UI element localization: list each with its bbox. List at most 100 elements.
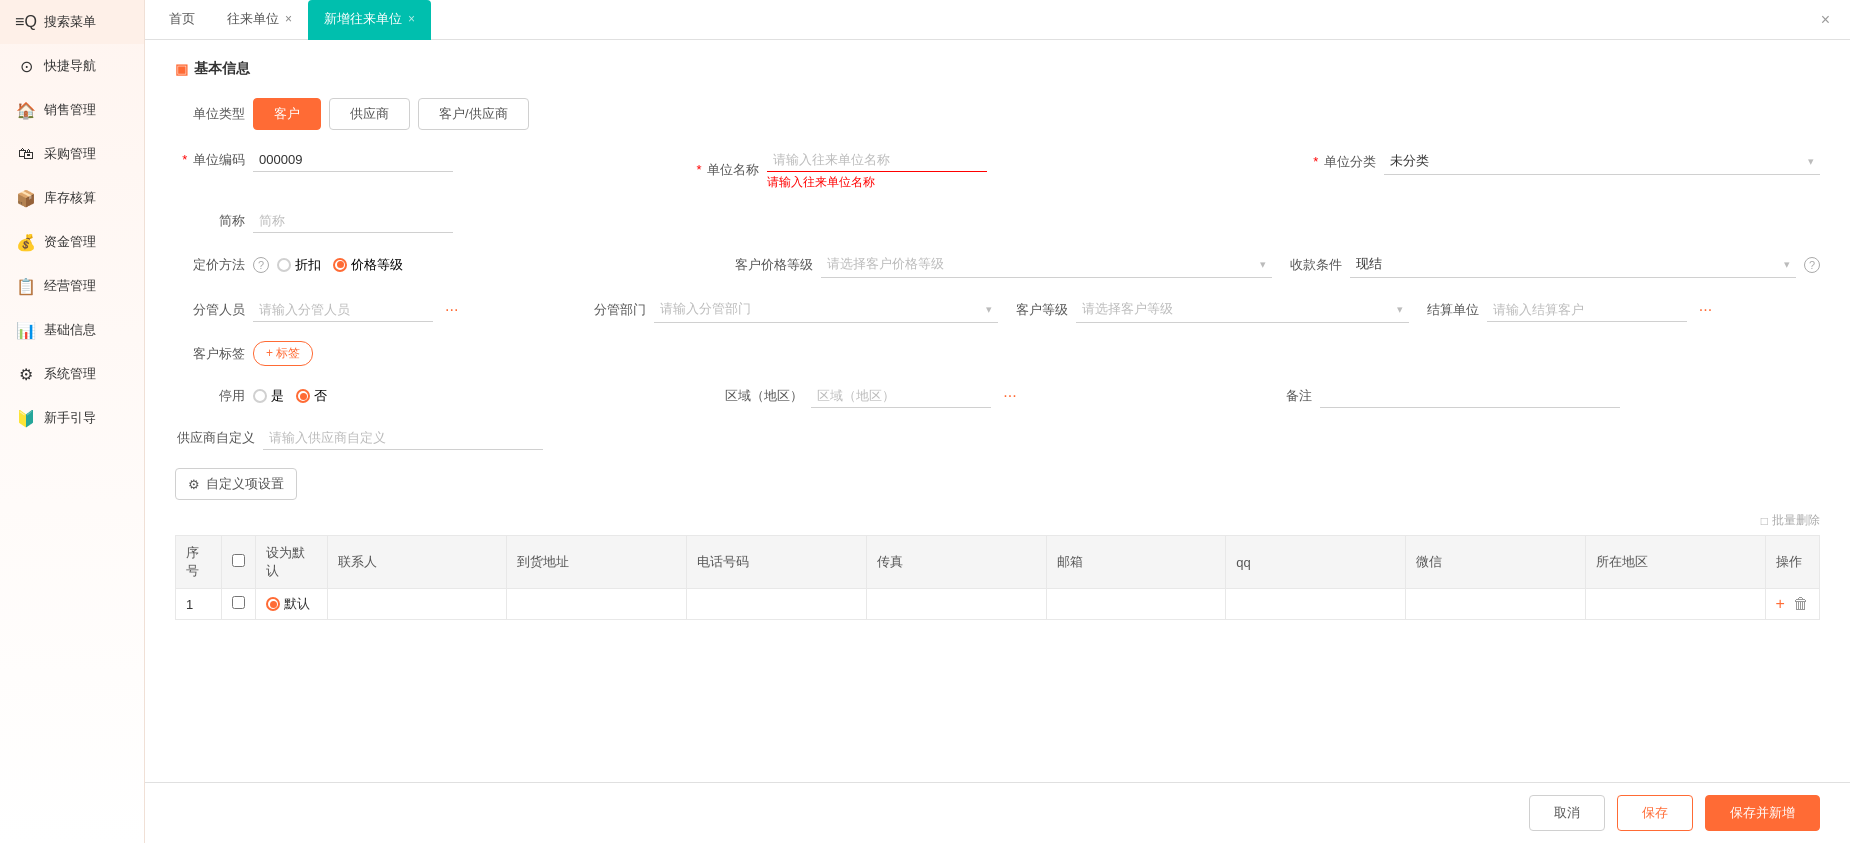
tab-new-partner[interactable]: 新增往来单位 × — [308, 0, 431, 40]
customer-price-level-select[interactable]: 请选择客户价格等级 ▾ — [821, 251, 1271, 278]
short-name-input[interactable] — [253, 209, 453, 233]
tab-new-partner-close[interactable]: × — [408, 12, 415, 26]
finance-icon: 💰 — [16, 232, 36, 252]
radio-price-level-dot — [337, 261, 344, 268]
radio-discount-circle — [277, 258, 291, 272]
col-checkbox — [222, 536, 256, 589]
row-wechat-input[interactable] — [1416, 597, 1575, 612]
disabled-row: 停用 是 否 区域（地区） — [175, 384, 1820, 408]
batch-delete-label[interactable]: 批量删除 — [1772, 512, 1820, 529]
settlement-unit-more-btn[interactable]: ··· — [1695, 301, 1716, 319]
department-select[interactable]: 请输入分管部门 ▾ — [654, 296, 997, 323]
tab-partners-close[interactable]: × — [285, 12, 292, 26]
row-contact[interactable] — [327, 589, 507, 620]
pricing-radio-group: 折扣 价格等级 — [277, 256, 403, 274]
settlement-unit-input[interactable] — [1487, 298, 1687, 322]
payment-terms-help-icon[interactable]: ? — [1804, 257, 1820, 273]
unit-code-field: * 单位编码 — [175, 148, 689, 172]
custom-settings-label: 自定义项设置 — [206, 475, 284, 493]
row-fax[interactable] — [866, 589, 1046, 620]
custom-settings-button[interactable]: ⚙ 自定义项设置 — [175, 468, 297, 500]
manager-input[interactable] — [253, 298, 433, 322]
radio-price-level[interactable]: 价格等级 — [333, 256, 403, 274]
customer-level-field: 客户等级 请选择客户等级 ▾ — [998, 296, 1409, 323]
row-region-input[interactable] — [1596, 597, 1755, 612]
row-email-input[interactable] — [1057, 597, 1216, 612]
sidebar-item-inventory[interactable]: 📦 库存核算 — [0, 176, 144, 220]
sidebar-item-sales[interactable]: 🏠 销售管理 — [0, 88, 144, 132]
header-checkbox[interactable] — [232, 554, 245, 567]
region-more-btn[interactable]: ··· — [999, 387, 1020, 405]
sidebar-item-search[interactable]: ≡Q 搜索菜单 — [0, 0, 144, 44]
payment-terms-select[interactable]: 现结 ▾ — [1350, 251, 1796, 278]
row-address[interactable] — [507, 589, 687, 620]
manager-row: 分管人员 ··· 分管部门 请输入分管部门 ▾ 客户等级 请选择客户等级 ▾ — [175, 296, 1820, 323]
customer-level-select[interactable]: 请选择客户等级 ▾ — [1076, 296, 1409, 323]
table-row: 1 默认 — [176, 589, 1820, 620]
cancel-button[interactable]: 取消 — [1529, 795, 1605, 831]
radio-yes-label: 是 — [271, 387, 284, 405]
unit-btn-customer[interactable]: 客户 — [253, 98, 321, 130]
pricing-help-icon[interactable]: ? — [253, 257, 269, 273]
remark-field: 备注 — [1272, 384, 1820, 408]
row-region[interactable] — [1585, 589, 1765, 620]
unit-type-group: 客户 供应商 客户/供应商 — [253, 98, 529, 130]
customer-price-level-field: 客户价格等级 请选择客户价格等级 ▾ — [723, 251, 1271, 278]
purchase-icon: 🛍 — [16, 144, 36, 164]
department-label: 分管部门 — [586, 301, 646, 319]
radio-yes[interactable]: 是 — [253, 387, 284, 405]
row-checkbox — [222, 589, 256, 620]
sidebar-item-system[interactable]: ⚙ 系统管理 — [0, 352, 144, 396]
row-default-radio[interactable]: 默认 — [266, 595, 317, 613]
supplier-custom-input[interactable] — [263, 426, 543, 450]
save-new-button[interactable]: 保存并新增 — [1705, 795, 1820, 831]
row-default-dot — [270, 601, 277, 608]
row-qq[interactable] — [1226, 589, 1406, 620]
unit-code-input[interactable] — [253, 148, 453, 172]
row-qq-input[interactable] — [1236, 597, 1395, 612]
row-add-btn[interactable]: + — [1776, 595, 1785, 613]
unit-type-label: 单位类型 — [175, 105, 245, 123]
sidebar-item-quick-nav[interactable]: ⊙ 快捷导航 — [0, 44, 144, 88]
row-contact-input[interactable] — [338, 597, 497, 612]
inventory-icon: 📦 — [16, 188, 36, 208]
operations-icon: 📋 — [16, 276, 36, 296]
radio-discount[interactable]: 折扣 — [277, 256, 321, 274]
sidebar-item-finance[interactable]: 💰 资金管理 — [0, 220, 144, 264]
radio-no-circle — [296, 389, 310, 403]
unit-category-select[interactable]: 未分类 ▾ — [1384, 148, 1820, 175]
window-close-button[interactable]: × — [1809, 11, 1842, 29]
unit-btn-both[interactable]: 客户/供应商 — [418, 98, 529, 130]
row-delete-btn[interactable]: 🗑 — [1793, 595, 1809, 613]
sidebar-label-system: 系统管理 — [44, 365, 96, 383]
sidebar-item-operations[interactable]: 📋 经营管理 — [0, 264, 144, 308]
gear-icon: ⚙ — [188, 477, 200, 492]
sidebar-item-beginner[interactable]: 🔰 新手引导 — [0, 396, 144, 440]
radio-no[interactable]: 否 — [296, 387, 327, 405]
col-default: 设为默认 — [256, 536, 328, 589]
sidebar-item-purchase[interactable]: 🛍 采购管理 — [0, 132, 144, 176]
unit-name-input[interactable] — [767, 148, 987, 172]
sidebar-item-basic-info[interactable]: 📊 基础信息 — [0, 308, 144, 352]
tab-partners[interactable]: 往来单位 × — [211, 0, 308, 40]
remark-input[interactable] — [1320, 384, 1620, 408]
tab-home[interactable]: 首页 — [153, 0, 211, 40]
pricing-method-field: 定价方法 ? 折扣 价格等级 — [175, 256, 723, 274]
row-email[interactable] — [1046, 589, 1226, 620]
quick-nav-icon: ⊙ — [16, 56, 36, 76]
row-address-input[interactable] — [517, 597, 676, 612]
add-tag-button[interactable]: + 标签 — [253, 341, 313, 366]
row-wechat[interactable] — [1406, 589, 1586, 620]
col-seq: 序号 — [176, 536, 222, 589]
unit-name-field: * 单位名称 请输入往来单位名称 — [689, 148, 1306, 191]
add-tag-label: + 标签 — [266, 345, 300, 362]
row-phone-input[interactable] — [697, 597, 856, 612]
save-button[interactable]: 保存 — [1617, 795, 1693, 831]
row-fax-input[interactable] — [877, 597, 1036, 612]
manager-more-btn[interactable]: ··· — [441, 301, 462, 319]
unit-btn-supplier[interactable]: 供应商 — [329, 98, 410, 130]
row-phone[interactable] — [687, 589, 867, 620]
row-checkbox-1[interactable] — [232, 596, 245, 609]
row-seq: 1 — [176, 589, 222, 620]
region-input[interactable] — [811, 384, 991, 408]
